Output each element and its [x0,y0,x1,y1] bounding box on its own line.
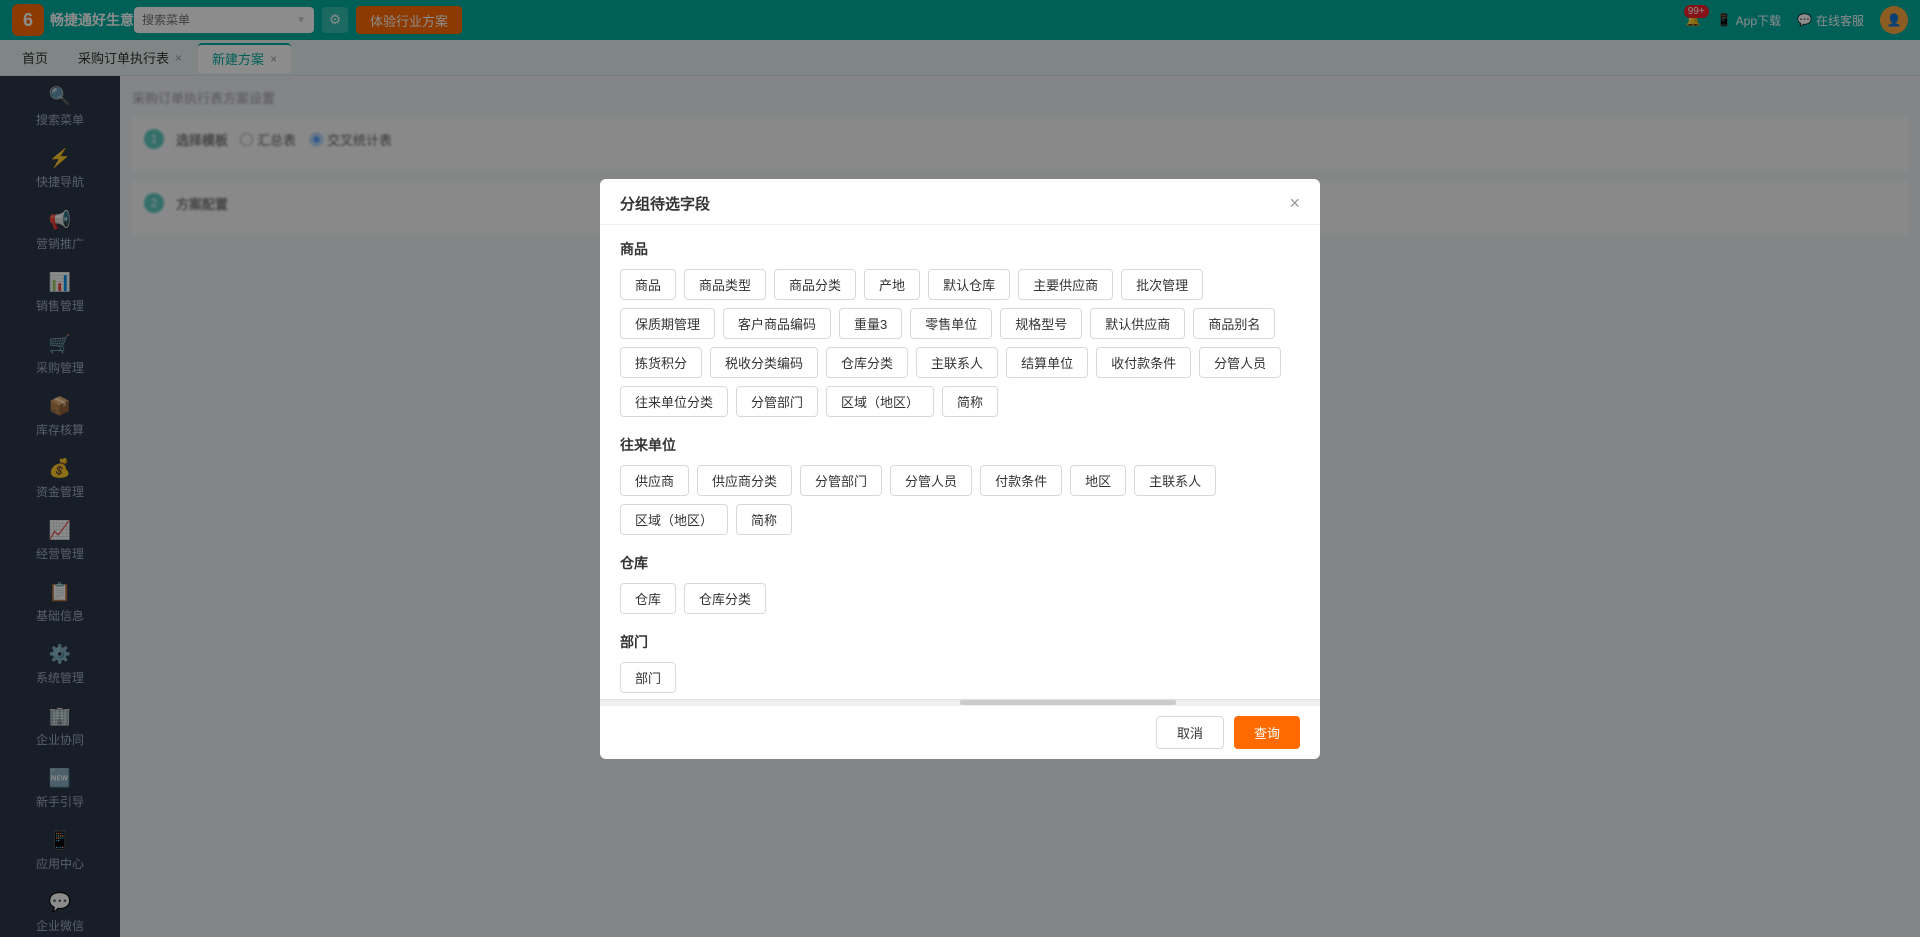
field-tag-goods-spec-model[interactable]: 规格型号 [1000,308,1082,339]
fields-grid-goods: 商品 商品类型 商品分类 产地 默认仓库 主要供应商 批次管理 保质期管理 客户… [620,269,1300,417]
modal-dialog: 分组待选字段 × 商品 商品 商品类型 商品分类 产地 默认仓库 主要供应商 批… [600,179,1320,759]
field-tag-department-item[interactable]: 部门 [620,662,676,693]
fields-grid-partner: 供应商 供应商分类 分管部门 分管人员 付款条件 地区 主联系人 区域（地区） … [620,465,1300,535]
field-group-goods-title: 商品 [620,239,1300,259]
field-tag-partner-dept[interactable]: 分管部门 [800,465,882,496]
field-tag-partner-main-contact[interactable]: 主联系人 [1134,465,1216,496]
field-group-goods: 商品 商品 商品类型 商品分类 产地 默认仓库 主要供应商 批次管理 保质期管理… [620,239,1300,417]
field-tag-warehouse-item[interactable]: 仓库 [620,583,676,614]
field-tag-goods-origin[interactable]: 产地 [864,269,920,300]
confirm-button[interactable]: 查询 [1234,716,1300,749]
field-tag-goods-dept[interactable]: 分管部门 [736,386,818,417]
field-tag-goods-supervisor[interactable]: 分管人员 [1199,347,1281,378]
field-tag-partner-supervisor[interactable]: 分管人员 [890,465,972,496]
field-tag-goods-expiry-mgmt[interactable]: 保质期管理 [620,308,715,339]
field-tag-goods-default-supplier[interactable]: 默认供应商 [1090,308,1185,339]
modal-horizontal-scrollbar[interactable] [600,699,1320,705]
field-tag-goods-payment-terms[interactable]: 收付款条件 [1096,347,1191,378]
field-tag-goods-warehouse-category[interactable]: 仓库分类 [826,347,908,378]
field-tag-goods-batch-mgmt[interactable]: 批次管理 [1121,269,1203,300]
field-tag-goods-tax-code[interactable]: 税收分类编码 [710,347,818,378]
fields-grid-warehouse: 仓库 仓库分类 [620,583,1300,614]
field-tag-goods-item[interactable]: 商品 [620,269,676,300]
field-tag-goods-settlement-unit[interactable]: 结算单位 [1006,347,1088,378]
modal-header: 分组待选字段 × [600,179,1320,225]
field-group-partner: 往来单位 供应商 供应商分类 分管部门 分管人员 付款条件 地区 主联系人 区域… [620,435,1300,535]
field-tag-goods-category[interactable]: 商品分类 [774,269,856,300]
field-group-department: 部门 部门 [620,632,1300,693]
field-tag-goods-weight3[interactable]: 重量3 [839,308,902,339]
cancel-button[interactable]: 取消 [1156,716,1224,749]
modal-footer: 取消 查询 [600,705,1320,759]
field-tag-partner-supplier[interactable]: 供应商 [620,465,689,496]
field-tag-goods-type[interactable]: 商品类型 [684,269,766,300]
modal-hscroll-thumb [960,700,1176,705]
field-tag-partner-short-name[interactable]: 简称 [736,504,792,535]
modal-close-button[interactable]: × [1289,194,1300,212]
field-tag-goods-pick-points[interactable]: 拣货积分 [620,347,702,378]
field-tag-partner-region[interactable]: 地区 [1070,465,1126,496]
field-tag-partner-supplier-category[interactable]: 供应商分类 [697,465,792,496]
field-tag-goods-main-supplier[interactable]: 主要供应商 [1018,269,1113,300]
field-tag-goods-partner-category[interactable]: 往来单位分类 [620,386,728,417]
modal-body: 商品 商品 商品类型 商品分类 产地 默认仓库 主要供应商 批次管理 保质期管理… [600,225,1320,699]
modal-title: 分组待选字段 [620,193,710,214]
field-tag-goods-customer-code[interactable]: 客户商品编码 [723,308,831,339]
field-tag-partner-payment-terms[interactable]: 付款条件 [980,465,1062,496]
field-tag-goods-region[interactable]: 区域（地区） [826,386,934,417]
field-tag-goods-main-contact[interactable]: 主联系人 [916,347,998,378]
field-group-department-title: 部门 [620,632,1300,652]
field-group-warehouse: 仓库 仓库 仓库分类 [620,553,1300,614]
field-tag-goods-alias[interactable]: 商品别名 [1193,308,1275,339]
modal-overlay: 分组待选字段 × 商品 商品 商品类型 商品分类 产地 默认仓库 主要供应商 批… [0,0,1920,937]
field-tag-warehouse-category[interactable]: 仓库分类 [684,583,766,614]
fields-grid-department: 部门 [620,662,1300,693]
field-tag-partner-area[interactable]: 区域（地区） [620,504,728,535]
field-tag-goods-default-warehouse[interactable]: 默认仓库 [928,269,1010,300]
field-group-partner-title: 往来单位 [620,435,1300,455]
field-tag-goods-retail-unit[interactable]: 零售单位 [910,308,992,339]
field-tag-goods-short-name[interactable]: 简称 [942,386,998,417]
field-group-warehouse-title: 仓库 [620,553,1300,573]
